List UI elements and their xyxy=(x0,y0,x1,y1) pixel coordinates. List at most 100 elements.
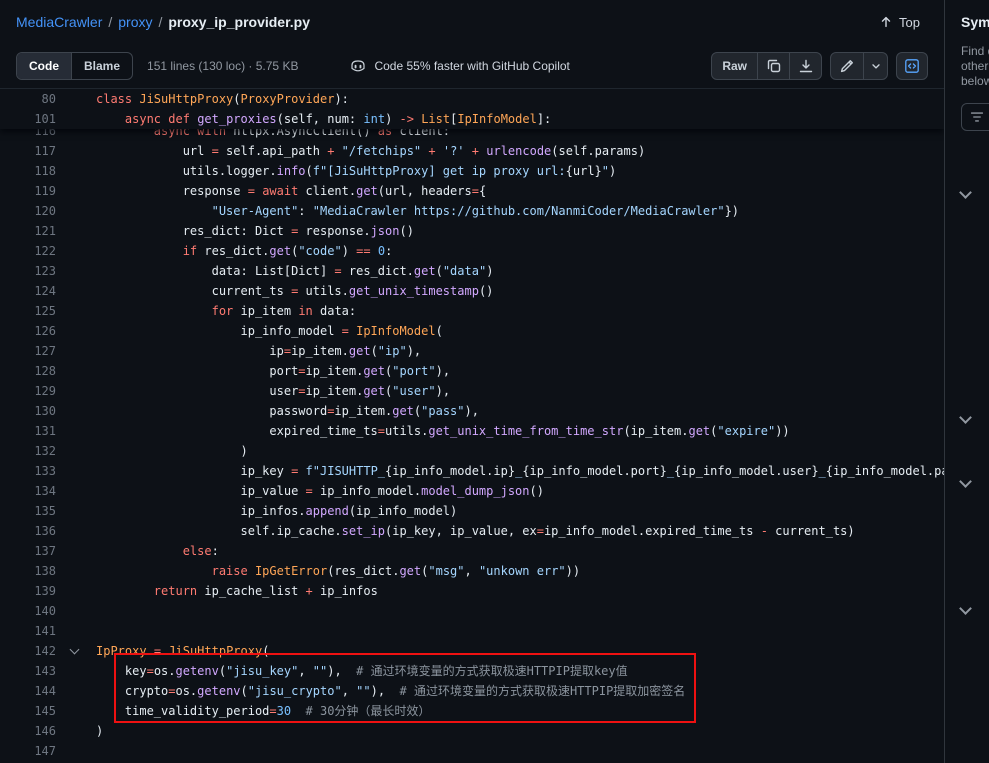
raw-button[interactable]: Raw xyxy=(712,53,757,79)
line-number[interactable]: 141 xyxy=(0,621,56,641)
chevron-down-icon[interactable] xyxy=(959,602,972,615)
line-number[interactable]: 132 xyxy=(0,441,56,461)
tab-blame[interactable]: Blame xyxy=(72,53,132,79)
line-number[interactable]: 134 xyxy=(0,481,56,501)
symbols-filter-input[interactable] xyxy=(961,103,989,131)
chevron-down-icon[interactable] xyxy=(959,411,972,424)
symbols-panel-toggle-button[interactable] xyxy=(896,52,928,80)
code-line: 123 data: List[Dict] = res_dict.get("dat… xyxy=(0,261,944,281)
copilot-banner: Code 55% faster with GitHub Copilot xyxy=(350,58,569,74)
code-line: 139 return ip_cache_list + ip_infos xyxy=(0,581,944,601)
code-text: password=ip_item.get("pass"), xyxy=(96,401,944,421)
breadcrumb-folder-link[interactable]: proxy xyxy=(118,14,152,30)
code-text: res_dict: Dict = response.json() xyxy=(96,221,944,241)
line-number[interactable]: 127 xyxy=(0,341,56,361)
line-number[interactable]: 123 xyxy=(0,261,56,281)
line-number[interactable]: 122 xyxy=(0,241,56,261)
code-line: 117 url = self.api_path + "/fetchips" + … xyxy=(0,141,944,161)
line-number[interactable]: 80 xyxy=(0,89,56,109)
toolbar-actions: Raw xyxy=(711,52,928,80)
breadcrumb-separator: / xyxy=(108,14,112,30)
line-number[interactable]: 126 xyxy=(0,321,56,341)
line-number[interactable]: 130 xyxy=(0,401,56,421)
code-line: 118 utils.logger.info(f"[JiSuHttpProxy] … xyxy=(0,161,944,181)
chevron-down-icon[interactable] xyxy=(959,186,972,199)
edit-button[interactable] xyxy=(831,53,863,79)
line-number[interactable]: 144 xyxy=(0,681,56,701)
sticky-context-lines: 80 class JiSuHttpProxy(ProxyProvider): 101… xyxy=(0,89,944,129)
symbols-panel-content: Symbols Find definitions and references … xyxy=(961,14,989,131)
fold-gutter xyxy=(56,641,96,661)
line-number[interactable]: 120 xyxy=(0,201,56,221)
code-text: ) xyxy=(96,721,944,741)
fold-gutter xyxy=(56,221,96,241)
code-blame-switcher: Code Blame xyxy=(16,52,133,80)
line-number[interactable]: 116 xyxy=(0,129,56,141)
line-number[interactable]: 136 xyxy=(0,521,56,541)
line-number[interactable]: 133 xyxy=(0,461,56,481)
back-to-top-button[interactable]: Top xyxy=(871,11,928,34)
code-text: response = await client.get(url, headers… xyxy=(96,181,944,201)
line-number[interactable]: 101 xyxy=(0,109,56,129)
copy-button[interactable] xyxy=(757,53,789,79)
line-number[interactable]: 117 xyxy=(0,141,56,161)
fold-gutter xyxy=(56,401,96,421)
line-number[interactable]: 139 xyxy=(0,581,56,601)
code-line: 143 key=os.getenv("jisu_key", ""), # 通过环… xyxy=(0,661,944,681)
code-text: "User-Agent": "MediaCrawler https://gith… xyxy=(96,201,944,221)
code-line: 116 async with httpx.AsyncClient() as cl… xyxy=(0,129,944,141)
fold-gutter xyxy=(56,661,96,681)
code-line: 80 class JiSuHttpProxy(ProxyProvider): xyxy=(0,89,944,109)
tab-code[interactable]: Code xyxy=(17,53,72,79)
line-number[interactable]: 121 xyxy=(0,221,56,241)
chevron-down-icon[interactable] xyxy=(959,475,972,488)
fold-gutter xyxy=(56,421,96,441)
fold-gutter xyxy=(56,581,96,601)
line-number[interactable]: 119 xyxy=(0,181,56,201)
code-line: 131 expired_time_ts=utils.get_unix_time_… xyxy=(0,421,944,441)
line-number[interactable]: 128 xyxy=(0,361,56,381)
line-number[interactable]: 137 xyxy=(0,541,56,561)
breadcrumb-repo-link[interactable]: MediaCrawler xyxy=(16,14,102,30)
code-line: 127 ip=ip_item.get("ip"), xyxy=(0,341,944,361)
line-number[interactable]: 147 xyxy=(0,741,56,761)
line-number[interactable]: 142 xyxy=(0,641,56,661)
line-number[interactable]: 131 xyxy=(0,421,56,441)
fold-gutter xyxy=(56,381,96,401)
code-line: 146) xyxy=(0,721,944,741)
line-number[interactable]: 145 xyxy=(0,701,56,721)
code-line: 138 raise IpGetError(res_dict.get("msg",… xyxy=(0,561,944,581)
fold-gutter xyxy=(56,441,96,461)
fold-gutter xyxy=(56,601,96,621)
line-number[interactable]: 146 xyxy=(0,721,56,741)
fold-gutter xyxy=(56,461,96,481)
line-number[interactable]: 118 xyxy=(0,161,56,181)
line-number[interactable]: 125 xyxy=(0,301,56,321)
code-text: key=os.getenv("jisu_key", ""), # 通过环境变量的… xyxy=(96,661,944,681)
file-header: MediaCrawler / proxy / proxy_ip_provider… xyxy=(0,0,944,44)
line-number[interactable]: 140 xyxy=(0,601,56,621)
fold-gutter xyxy=(56,109,96,129)
code-line: 130 password=ip_item.get("pass"), xyxy=(0,401,944,421)
fold-gutter xyxy=(56,281,96,301)
line-number[interactable]: 129 xyxy=(0,381,56,401)
code-text: class JiSuHttpProxy(ProxyProvider): xyxy=(96,89,944,109)
edit-dropdown-button[interactable] xyxy=(863,53,887,79)
code-line: 134 ip_value = ip_info_model.model_dump_… xyxy=(0,481,944,501)
code-text xyxy=(96,601,944,621)
fold-chevron-icon[interactable] xyxy=(70,645,80,655)
code-text: url = self.api_path + "/fetchips" + '?' … xyxy=(96,141,944,161)
code-text: return ip_cache_list + ip_infos xyxy=(96,581,944,601)
download-icon xyxy=(798,58,814,74)
code-square-icon xyxy=(904,58,920,74)
code-text: async with httpx.AsyncClient() as client… xyxy=(96,129,944,141)
code-text: port=ip_item.get("port"), xyxy=(96,361,944,381)
line-number[interactable]: 124 xyxy=(0,281,56,301)
line-number[interactable]: 135 xyxy=(0,501,56,521)
file-meta-info: 151 lines (130 loc) · 5.75 KB xyxy=(147,59,298,73)
download-button[interactable] xyxy=(789,53,821,79)
line-number[interactable]: 138 xyxy=(0,561,56,581)
code-text: expired_time_ts=utils.get_unix_time_from… xyxy=(96,421,944,441)
line-number[interactable]: 143 xyxy=(0,661,56,681)
fold-gutter xyxy=(56,541,96,561)
